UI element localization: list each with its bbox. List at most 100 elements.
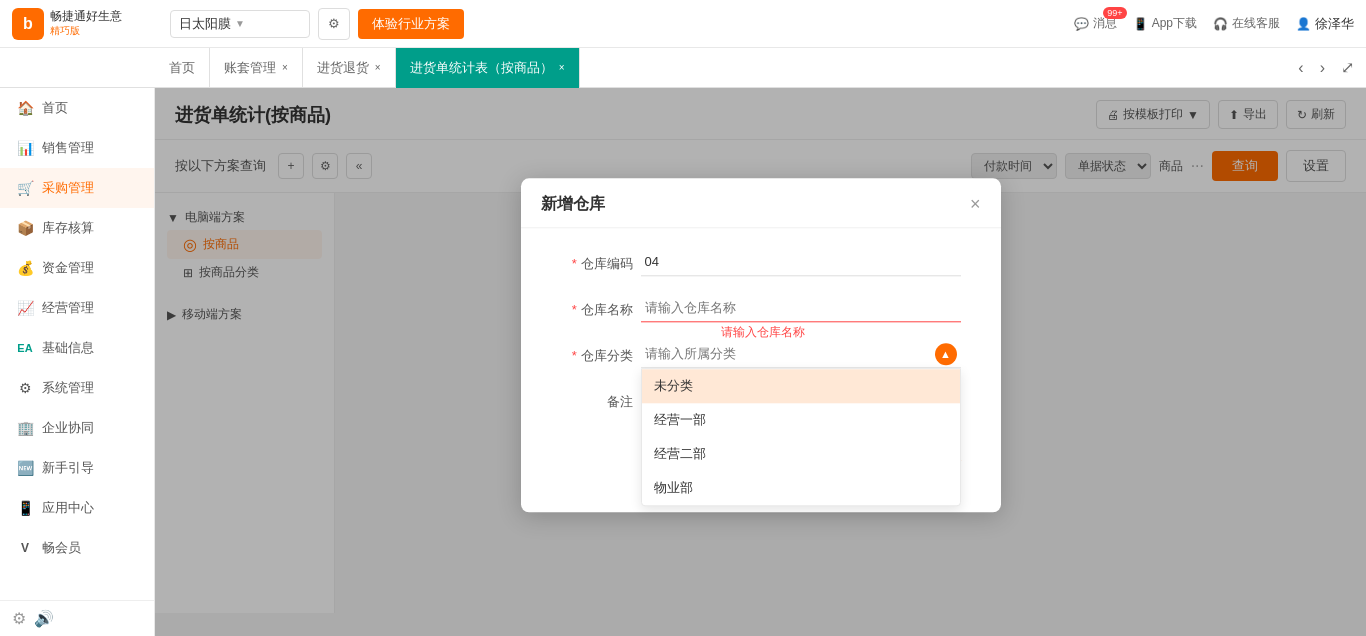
sound-icon[interactable]: 🔊 (34, 609, 54, 628)
main-layout: 🏠 首页 📊 销售管理 🛒 采购管理 📦 库存核算 💰 资金管理 📈 经营管理 … (0, 88, 1366, 636)
sidebar-label-apps: 应用中心 (42, 499, 94, 517)
header-right: 💬 消息 99+ 📱 App下载 🎧 在线客服 👤 徐泽华 (1074, 15, 1354, 33)
notification-action[interactable]: 💬 消息 99+ (1074, 15, 1117, 32)
notification-badge: 99+ (1103, 7, 1126, 19)
operations-icon: 📈 (16, 299, 34, 317)
logo-icon: b (12, 8, 44, 40)
name-error-tip: 请输入仓库名称 (721, 324, 805, 341)
sidebar-item-inventory[interactable]: 📦 库存核算 (0, 208, 154, 248)
name-label: * 仓库名称 (561, 294, 641, 319)
sidebar-label-inventory: 库存核算 (42, 219, 94, 237)
name-required-mark: * (572, 302, 577, 317)
dropdown-item-ops2[interactable]: 经营二部 (642, 437, 960, 471)
user-icon: 👤 (1296, 17, 1311, 31)
note-label: 备注 (561, 386, 641, 411)
sidebar-item-member[interactable]: V 畅会员 (0, 528, 154, 568)
dropdown-item-ops1[interactable]: 经营一部 (642, 403, 960, 437)
settings-icon[interactable]: ⚙ (318, 8, 350, 40)
sidebar-item-finance[interactable]: 💰 资金管理 (0, 248, 154, 288)
tab-home-label: 首页 (169, 59, 195, 77)
modal-body: * 仓库编码 * 仓库名称 请输入仓库名称 (521, 228, 1001, 456)
sidebar-item-system[interactable]: ⚙ 系统管理 (0, 368, 154, 408)
store-name: 日太阳膜 (179, 15, 231, 33)
sidebar-label-purchase: 采购管理 (42, 179, 94, 197)
category-label: * 仓库分类 (561, 340, 641, 365)
settings-bottom-icon[interactable]: ⚙ (12, 609, 26, 628)
app-name: 畅捷通好生意 (50, 9, 122, 25)
sidebar-item-operations[interactable]: 📈 经营管理 (0, 288, 154, 328)
tab-next-icon[interactable]: › (1316, 55, 1329, 81)
new-warehouse-modal: 新增仓库 × * 仓库编码 * 仓库名称 (521, 178, 1001, 512)
member-icon: V (16, 539, 34, 557)
purchase-icon: 🛒 (16, 179, 34, 197)
sidebar-label-sales: 销售管理 (42, 139, 94, 157)
category-select-wrapper: ▲ 未分类 经营一部 经营二部 物业部 (641, 340, 961, 368)
modal-title: 新增仓库 (541, 194, 605, 215)
tab-returns-label: 进货退货 (317, 59, 369, 77)
trial-button[interactable]: 体验行业方案 (358, 9, 464, 39)
modal-close-button[interactable]: × (970, 194, 981, 215)
tab-prev-icon[interactable]: ‹ (1294, 55, 1307, 81)
corp-icon: 🏢 (16, 419, 34, 437)
category-input[interactable] (641, 340, 961, 368)
tab-returns[interactable]: 进货退货 × (303, 48, 396, 88)
sidebar-item-basic[interactable]: EA 基础信息 (0, 328, 154, 368)
sidebar-label-basic: 基础信息 (42, 339, 94, 357)
dropdown-arrow-icon: ▼ (235, 18, 245, 29)
sidebar-label-operations: 经营管理 (42, 299, 94, 317)
tab-accounts[interactable]: 账套管理 × (210, 48, 303, 88)
message-icon: 💬 (1074, 17, 1089, 31)
app-download-label: App下载 (1152, 15, 1197, 32)
app-sub: 精巧版 (50, 24, 122, 38)
guide-icon: 🆕 (16, 459, 34, 477)
sidebar-item-corp[interactable]: 🏢 企业协同 (0, 408, 154, 448)
code-input[interactable] (641, 248, 961, 276)
form-row-code: * 仓库编码 (561, 248, 961, 276)
category-required-mark: * (572, 348, 577, 363)
required-mark: * (572, 256, 577, 271)
logo-text-block: 畅捷通好生意 精巧版 (50, 9, 122, 39)
system-icon: ⚙ (16, 379, 34, 397)
tab-accounts-label: 账套管理 (224, 59, 276, 77)
dropdown-item-unclassified[interactable]: 未分类 (642, 369, 960, 403)
user-action[interactable]: 👤 徐泽华 (1296, 15, 1354, 33)
sidebar-item-home[interactable]: 🏠 首页 (0, 88, 154, 128)
sidebar-label-system: 系统管理 (42, 379, 94, 397)
form-row-name: * 仓库名称 请输入仓库名称 (561, 294, 961, 322)
sidebar-item-purchase[interactable]: 🛒 采购管理 (0, 168, 154, 208)
sidebar-label-corp: 企业协同 (42, 419, 94, 437)
sidebar-label-member: 畅会员 (42, 539, 81, 557)
category-dropdown-list: 未分类 经营一部 经营二部 物业部 (641, 368, 961, 506)
headset-icon: 🎧 (1213, 17, 1228, 31)
customer-service-action[interactable]: 🎧 在线客服 (1213, 15, 1280, 32)
home-icon: 🏠 (16, 99, 34, 117)
sales-icon: 📊 (16, 139, 34, 157)
code-label: * 仓库编码 (561, 248, 641, 273)
name-field-wrapper: 请输入仓库名称 (641, 294, 961, 322)
tab-accounts-close-icon[interactable]: × (282, 62, 288, 73)
sidebar: 🏠 首页 📊 销售管理 🛒 采购管理 📦 库存核算 💰 资金管理 📈 经营管理 … (0, 88, 155, 636)
sidebar-label-home: 首页 (42, 99, 68, 117)
customer-service-label: 在线客服 (1232, 15, 1280, 32)
user-name: 徐泽华 (1315, 15, 1354, 33)
tab-stats-close-icon[interactable]: × (559, 62, 565, 73)
sidebar-bottom: ⚙ 🔊 (0, 600, 154, 636)
basic-icon: EA (16, 339, 34, 357)
sidebar-item-guide[interactable]: 🆕 新手引导 (0, 448, 154, 488)
name-input[interactable] (641, 294, 961, 322)
tab-home[interactable]: 首页 (155, 48, 210, 88)
modal-header: 新增仓库 × (521, 178, 1001, 228)
dropdown-item-property[interactable]: 物业部 (642, 471, 960, 505)
top-header: b 畅捷通好生意 精巧版 日太阳膜 ▼ ⚙ 体验行业方案 💬 消息 99+ 📱 … (0, 0, 1366, 48)
sidebar-item-apps[interactable]: 📱 应用中心 (0, 488, 154, 528)
tab-bar: 首页 账套管理 × 进货退货 × 进货单统计表（按商品） × ‹ › ⤢ (0, 48, 1366, 88)
app-download-action[interactable]: 📱 App下载 (1133, 15, 1197, 32)
finance-icon: 💰 (16, 259, 34, 277)
sidebar-item-sales[interactable]: 📊 销售管理 (0, 128, 154, 168)
form-row-category: * 仓库分类 ▲ 未分类 经营一部 经营二部 物业部 (561, 340, 961, 368)
tab-stats[interactable]: 进货单统计表（按商品） × (396, 48, 580, 88)
store-selector[interactable]: 日太阳膜 ▼ (170, 10, 310, 38)
category-dropdown-toggle[interactable]: ▲ (935, 343, 957, 365)
tab-expand-icon[interactable]: ⤢ (1337, 54, 1358, 81)
tab-returns-close-icon[interactable]: × (375, 62, 381, 73)
